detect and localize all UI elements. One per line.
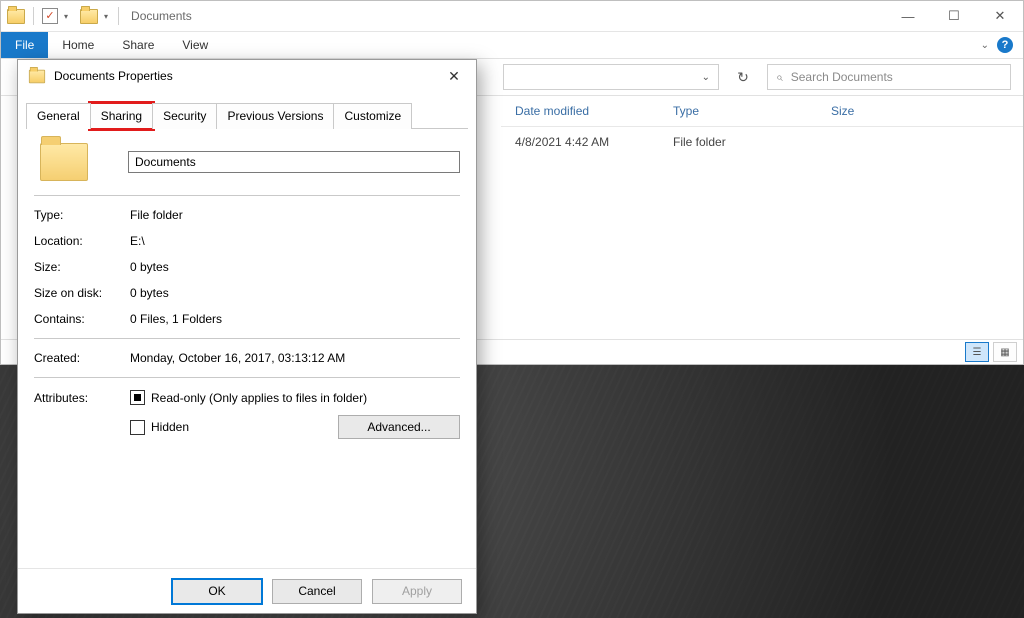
- label-size-on-disk: Size on disk:: [34, 286, 130, 300]
- folder-icon: [7, 9, 25, 24]
- name-row: [34, 143, 460, 181]
- cell-date-modified: 4/8/2021 4:42 AM: [501, 135, 659, 149]
- list-row[interactable]: 4/8/2021 4:42 AM File folder: [501, 127, 1023, 157]
- tab-general[interactable]: General: [26, 103, 91, 129]
- tab-sharing[interactable]: Sharing: [90, 103, 153, 129]
- value-location: E:\: [130, 234, 460, 248]
- maximize-button[interactable]: ☐: [931, 1, 977, 31]
- dialog-title: Documents Properties: [54, 69, 173, 83]
- tab-customize[interactable]: Customize: [333, 103, 412, 129]
- search-input[interactable]: [789, 69, 1002, 85]
- screen: ✓ ▾ ▾ Documents — ☐ ✕ File Home Share Vi…: [0, 0, 1024, 618]
- attributes-row-readonly: Attributes: Read-only (Only applies to f…: [34, 390, 460, 405]
- cancel-button[interactable]: Cancel: [272, 579, 362, 604]
- separator: [33, 7, 34, 25]
- value-created: Monday, October 16, 2017, 03:13:12 AM: [130, 351, 460, 365]
- checkbox-hidden[interactable]: [130, 420, 145, 435]
- dialog-body: Type:File folder Location:E:\ Size:0 byt…: [26, 128, 468, 568]
- window-controls: — ☐ ✕: [885, 1, 1023, 31]
- label-size: Size:: [34, 260, 130, 274]
- label-contains: Contains:: [34, 312, 130, 326]
- cell-type: File folder: [659, 135, 817, 149]
- ribbon: File Home Share View ⌄ ?: [1, 32, 1023, 59]
- value-contains: 0 Files, 1 Folders: [130, 312, 460, 326]
- label-location: Location:: [34, 234, 130, 248]
- properties-dialog: Documents Properties ✕ General Sharing S…: [17, 59, 477, 614]
- dialog-buttons: OK Cancel Apply: [18, 568, 476, 613]
- value-type: File folder: [130, 208, 460, 222]
- refresh-button[interactable]: ↻: [729, 65, 757, 89]
- ribbon-tab-share[interactable]: Share: [108, 32, 168, 58]
- apply-button[interactable]: Apply: [372, 579, 462, 604]
- hidden-label: Hidden: [151, 420, 189, 434]
- help-icon[interactable]: ?: [997, 37, 1013, 53]
- col-size[interactable]: Size: [817, 104, 925, 118]
- details-view-button[interactable]: ☰: [965, 342, 989, 362]
- close-button[interactable]: ✕: [977, 1, 1023, 31]
- ribbon-tab-file[interactable]: File: [1, 32, 48, 58]
- chevron-down-icon[interactable]: ⌄: [702, 72, 710, 83]
- advanced-button[interactable]: Advanced...: [338, 415, 460, 439]
- ribbon-tab-home[interactable]: Home: [48, 32, 108, 58]
- col-date-modified[interactable]: Date modified: [501, 104, 659, 118]
- dialog-titlebar[interactable]: Documents Properties ✕: [18, 60, 476, 92]
- properties-qat-icon[interactable]: ✓: [42, 8, 58, 24]
- separator: [118, 7, 119, 25]
- thumbnails-view-button[interactable]: ▦: [993, 342, 1017, 362]
- value-size-on-disk: 0 bytes: [130, 286, 460, 300]
- dialog-close-button[interactable]: ✕: [438, 64, 470, 88]
- tab-previous-versions[interactable]: Previous Versions: [216, 103, 334, 129]
- label-created: Created:: [34, 351, 130, 365]
- column-headers[interactable]: Date modified Type Size: [501, 96, 1023, 127]
- col-type[interactable]: Type: [659, 104, 817, 118]
- attributes-row-hidden: Hidden Advanced...: [34, 415, 460, 439]
- ribbon-tab-view[interactable]: View: [168, 32, 222, 58]
- tab-security[interactable]: Security: [152, 103, 217, 129]
- search-icon: ⌕: [776, 70, 783, 85]
- quick-access-toolbar: ✓ ▾ ▾: [7, 7, 123, 25]
- value-size: 0 bytes: [130, 260, 460, 274]
- titlebar[interactable]: ✓ ▾ ▾ Documents — ☐ ✕: [1, 1, 1023, 32]
- folder-name-input[interactable]: [128, 151, 460, 173]
- qat-overflow-icon[interactable]: ▾: [102, 12, 110, 21]
- folder-large-icon: [40, 143, 88, 181]
- divider: [34, 338, 460, 339]
- checkbox-readonly[interactable]: [130, 390, 145, 405]
- minimize-button[interactable]: —: [885, 1, 931, 31]
- folder-icon: [29, 69, 45, 83]
- search-box[interactable]: ⌕: [767, 64, 1011, 90]
- ok-button[interactable]: OK: [172, 579, 262, 604]
- divider: [34, 377, 460, 378]
- rows: 4/8/2021 4:42 AM File folder: [501, 127, 1023, 157]
- label-attributes: Attributes:: [34, 391, 130, 405]
- ribbon-collapse-icon[interactable]: ⌄: [981, 40, 989, 51]
- dialog-tabs: General Sharing Security Previous Versio…: [18, 100, 476, 128]
- qat-dropdown-icon[interactable]: ▾: [62, 12, 70, 21]
- window-title: Documents: [131, 9, 192, 23]
- address-bar[interactable]: ⌄: [503, 64, 719, 90]
- readonly-label: Read-only (Only applies to files in fold…: [151, 391, 367, 405]
- folder-icon: [80, 9, 98, 24]
- divider: [34, 195, 460, 196]
- label-type: Type:: [34, 208, 130, 222]
